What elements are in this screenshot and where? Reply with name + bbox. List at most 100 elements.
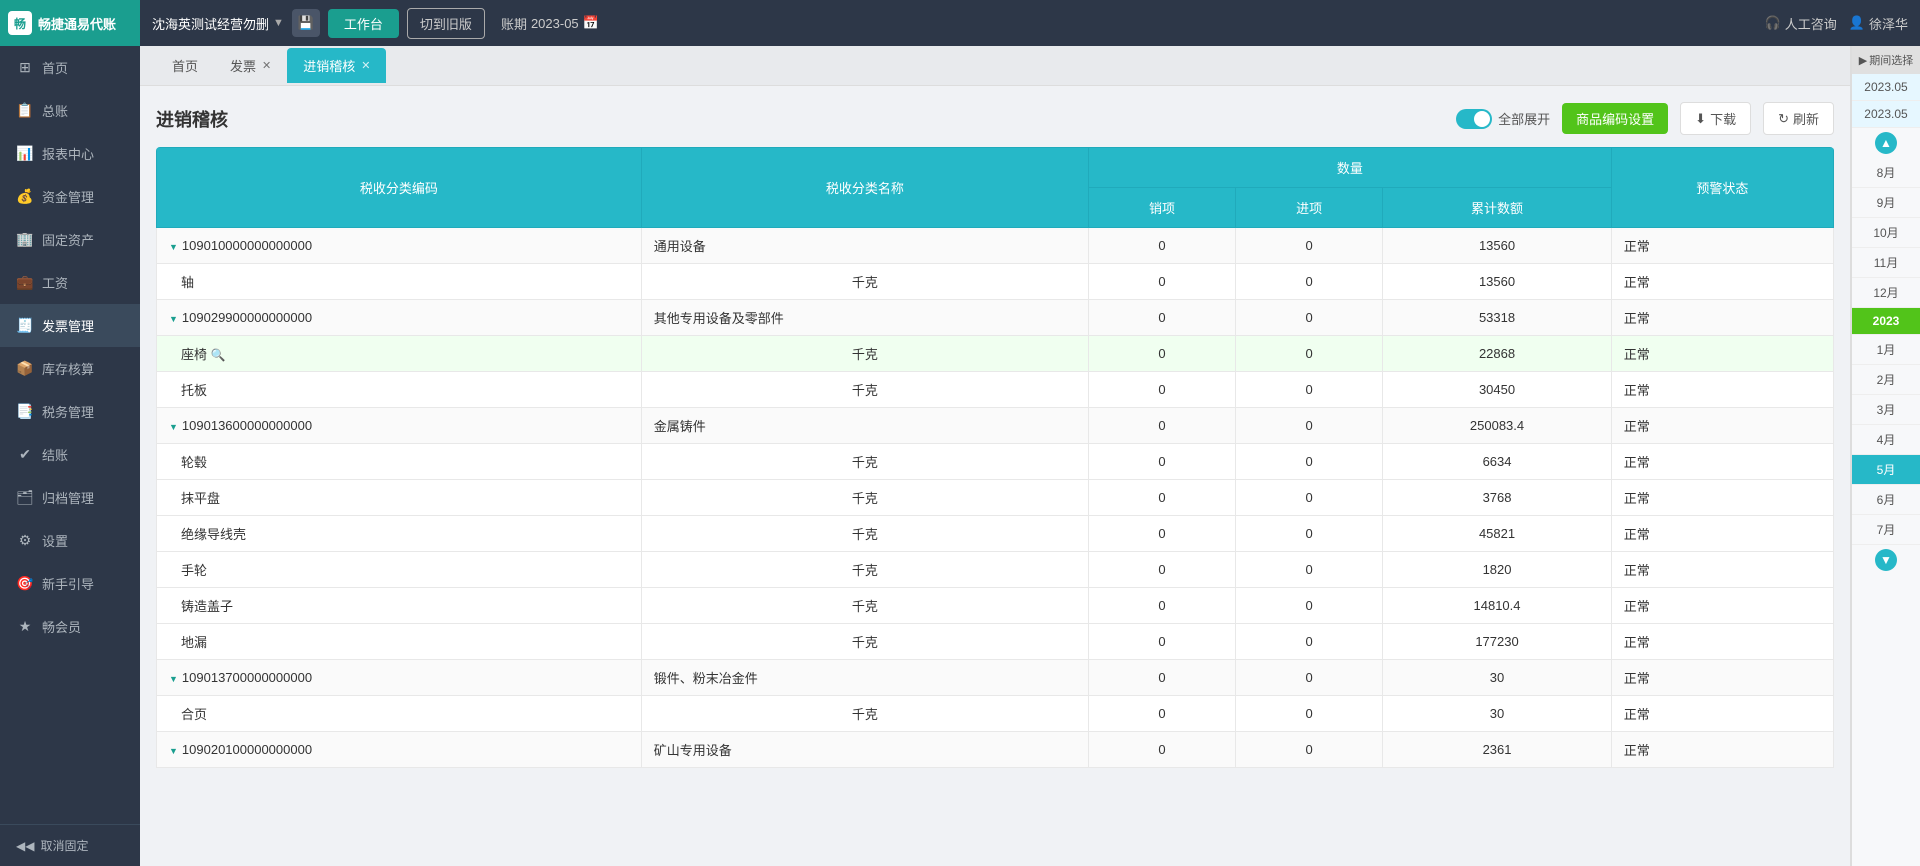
period-month-item[interactable]: 11月	[1852, 248, 1920, 278]
col-quantity-group: 数量	[1088, 148, 1611, 188]
salary-icon: 💼	[16, 274, 34, 291]
pin-icon: ◀◀	[16, 839, 34, 853]
sidebar-item-finance[interactable]: 💰资金管理	[0, 175, 140, 218]
cell-purchase: 0	[1236, 588, 1383, 624]
sidebar-label-ledger: 总账	[42, 101, 68, 120]
company-selector[interactable]: 沈海英测试经营勿删 ▼	[152, 14, 284, 33]
tab-invoice-close[interactable]: ✕	[262, 59, 271, 72]
period-month-item[interactable]: 12月	[1852, 278, 1920, 308]
cell-name: 锻件、粉末冶金件	[641, 660, 1088, 696]
cell-total: 6634	[1383, 444, 1612, 480]
cell-status: 正常	[1611, 552, 1833, 588]
sidebar-label-tax: 税务管理	[42, 402, 94, 421]
sidebar-item-settings[interactable]: ⚙设置	[0, 519, 140, 562]
cell-sales: 0	[1088, 624, 1235, 660]
finance-icon: 💰	[16, 188, 34, 205]
period-up-button[interactable]: ▲	[1875, 132, 1897, 154]
cell-unit: 千克	[641, 588, 1088, 624]
period-range-start[interactable]: 2023.05	[1852, 74, 1920, 101]
company-name: 沈海英测试经营勿删	[152, 14, 269, 33]
cell-code: ▼109013600000000000	[157, 408, 642, 444]
tab-reconcile-close[interactable]: ✕	[361, 59, 370, 72]
cancel-pin-label: 取消固定	[40, 837, 88, 854]
table-row: 轮毂 千克 0 0 6634 正常	[157, 444, 1834, 480]
app-logo: 畅 畅捷通易代账	[0, 0, 140, 46]
sidebar-item-member[interactable]: ★畅会员	[0, 605, 140, 648]
save-button[interactable]: 💾	[292, 9, 320, 37]
table-row: 绝缘导线壳 千克 0 0 45821 正常	[157, 516, 1834, 552]
sidebar-item-archive[interactable]: 🗂归档管理	[0, 476, 140, 519]
calendar-icon[interactable]: 📅	[583, 15, 599, 31]
period-range-end[interactable]: 2023.05	[1852, 101, 1920, 128]
cell-status: 正常	[1611, 696, 1833, 732]
tab-invoice[interactable]: 发票 ✕	[214, 48, 287, 83]
sidebar-item-salary[interactable]: 💼工资	[0, 261, 140, 304]
user-name: 徐泽华	[1869, 14, 1908, 33]
expand-all-toggle[interactable]	[1456, 109, 1492, 129]
cell-purchase: 0	[1236, 264, 1383, 300]
period-sidebar-header[interactable]: ▶ 期间选择	[1852, 46, 1920, 74]
cancel-pin-button[interactable]: ◀◀ 取消固定	[0, 825, 140, 866]
col-tax-code: 税收分类编码	[157, 148, 642, 228]
search-icon[interactable]: 🔍	[211, 348, 226, 362]
cell-name: 其他专用设备及零部件	[641, 300, 1088, 336]
support-button[interactable]: 🎧 人工咨询	[1765, 14, 1837, 33]
cell-total: 14810.4	[1383, 588, 1612, 624]
period-month-item[interactable]: 9月	[1852, 188, 1920, 218]
cell-code: 合页	[157, 696, 642, 732]
inventory-icon: 📦	[16, 360, 34, 377]
cell-unit: 千克	[641, 336, 1088, 372]
period-month-item[interactable]: 2023	[1852, 308, 1920, 335]
support-label: 人工咨询	[1785, 14, 1837, 33]
cell-code: ▼109013700000000000	[157, 660, 642, 696]
cell-total: 53318	[1383, 300, 1612, 336]
download-button[interactable]: ⬇ 下载	[1680, 102, 1751, 135]
period-month-item[interactable]: 2月	[1852, 365, 1920, 395]
sidebar-item-invoice[interactable]: 🧾发票管理	[0, 304, 140, 347]
period-month-item[interactable]: 8月	[1852, 158, 1920, 188]
sidebar-item-reports[interactable]: 📊报表中心	[0, 132, 140, 175]
period-month-item[interactable]: 1月	[1852, 335, 1920, 365]
period-month-item[interactable]: 6月	[1852, 485, 1920, 515]
sidebar-item-guide[interactable]: 🎯新手引导	[0, 562, 140, 605]
refresh-button[interactable]: ↻ 刷新	[1763, 102, 1834, 135]
tab-invoice-label: 发票	[230, 56, 256, 75]
sidebar-item-assets[interactable]: 🏢固定资产	[0, 218, 140, 261]
sidebar-item-tax[interactable]: 📑税务管理	[0, 390, 140, 433]
tab-home[interactable]: 首页	[156, 48, 214, 83]
sidebar-item-home[interactable]: ⊞首页	[0, 46, 140, 89]
cell-code: 轮毂	[157, 444, 642, 480]
app-name: 畅捷通易代账	[38, 14, 116, 33]
cell-status: 正常	[1611, 336, 1833, 372]
cell-sales: 0	[1088, 660, 1235, 696]
period-down-button[interactable]: ▼	[1875, 549, 1897, 571]
tab-reconcile[interactable]: 进销稽核 ✕	[287, 48, 386, 83]
period-month-item[interactable]: 7月	[1852, 515, 1920, 545]
sidebar-item-settle[interactable]: ✔结账	[0, 433, 140, 476]
cell-status: 正常	[1611, 444, 1833, 480]
period-month-item[interactable]: 5月	[1852, 455, 1920, 485]
user-profile[interactable]: 👤 徐泽华	[1849, 14, 1908, 33]
expand-all-toggle-group: 全部展开	[1456, 109, 1550, 129]
sidebar-item-inventory[interactable]: 📦库存核算	[0, 347, 140, 390]
table-row: ▼109010000000000000 通用设备 0 0 13560 正常	[157, 228, 1834, 264]
period-month-item[interactable]: 4月	[1852, 425, 1920, 455]
old-version-button[interactable]: 切到旧版	[407, 8, 485, 39]
cell-status: 正常	[1611, 228, 1833, 264]
sidebar-label-invoice: 发票管理	[42, 316, 94, 335]
cell-unit: 千克	[641, 624, 1088, 660]
workbench-button[interactable]: 工作台	[328, 9, 399, 38]
save-icon: 💾	[298, 15, 314, 31]
period-month-item[interactable]: 3月	[1852, 395, 1920, 425]
tab-bar: 首页 发票 ✕ 进销稽核 ✕	[140, 46, 1850, 86]
cell-purchase: 0	[1236, 696, 1383, 732]
cell-total: 30	[1383, 660, 1612, 696]
cell-status: 正常	[1611, 264, 1833, 300]
cell-purchase: 0	[1236, 408, 1383, 444]
sku-code-settings-button[interactable]: 商品编码设置	[1562, 103, 1668, 134]
sidebar-item-ledger[interactable]: 📋总账	[0, 89, 140, 132]
cell-status: 正常	[1611, 408, 1833, 444]
cell-unit: 千克	[641, 444, 1088, 480]
period-month-item[interactable]: 10月	[1852, 218, 1920, 248]
download-label: 下载	[1710, 109, 1736, 128]
